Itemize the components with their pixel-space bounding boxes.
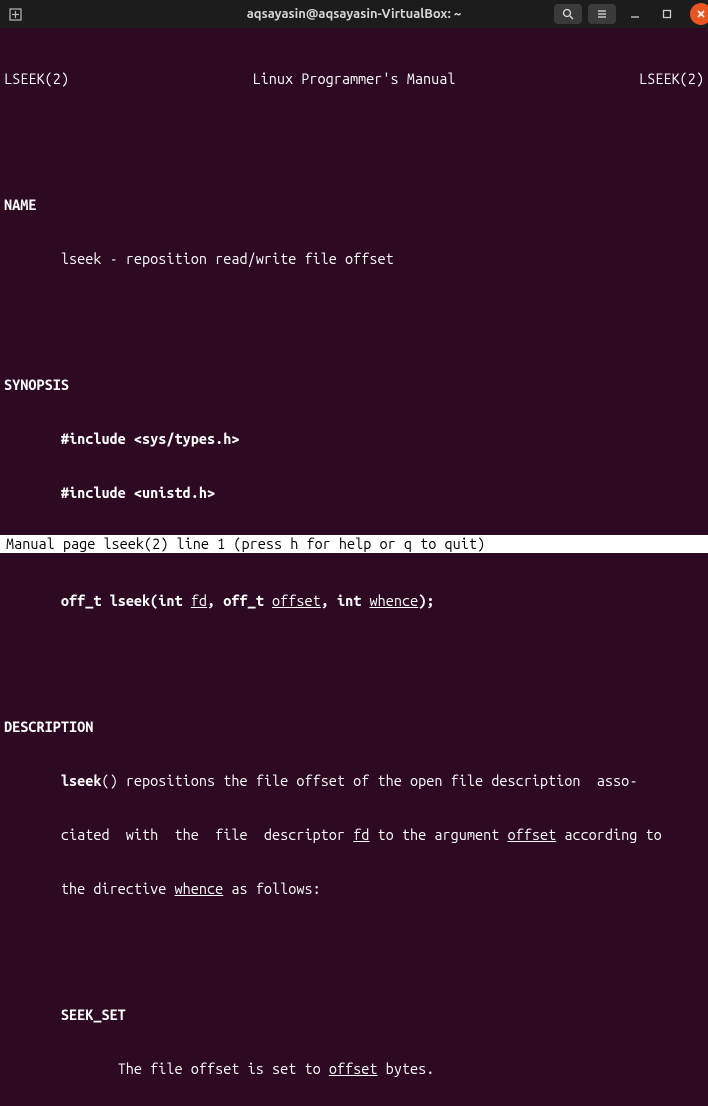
include-line-2: #include <unistd.h> <box>4 484 704 502</box>
desc-line-2: ciated with the file descriptor fd to th… <box>4 826 704 844</box>
titlebar-right <box>554 1 708 27</box>
desc-line-1: lseek() repositions the file offset of t… <box>4 772 704 790</box>
search-button[interactable] <box>554 4 582 24</box>
window-titlebar: aqsayasin@aqsayasin-VirtualBox: ~ <box>0 0 708 28</box>
new-tab-icon[interactable] <box>8 7 22 21</box>
menu-button[interactable] <box>588 4 616 24</box>
section-synopsis-header: SYNOPSIS <box>4 376 704 394</box>
man-status-bar[interactable]: Manual page lseek(2) line 1 (press h for… <box>0 535 708 553</box>
close-button[interactable] <box>690 3 708 25</box>
seek-set-body: The file offset is set to offset bytes. <box>4 1060 704 1078</box>
name-body: lseek - reposition read/write file offse… <box>4 250 704 268</box>
man-header-right: LSEEK(2) <box>639 70 704 88</box>
man-header-center: Linux Programmer's Manual <box>253 70 456 88</box>
minimize-button[interactable] <box>622 1 648 27</box>
man-header-line: LSEEK(2) Linux Programmer's Manual LSEEK… <box>4 64 704 88</box>
include-line-1: #include <sys/types.h> <box>4 430 704 448</box>
man-header-left: LSEEK(2) <box>4 70 69 88</box>
seek-set-header: SEEK_SET <box>4 1006 704 1024</box>
maximize-button[interactable] <box>654 1 680 27</box>
titlebar-left <box>0 7 22 21</box>
section-name-header: NAME <box>4 196 704 214</box>
section-description-header: DESCRIPTION <box>4 718 704 736</box>
terminal-content: LSEEK(2) Linux Programmer's Manual LSEEK… <box>0 28 708 1106</box>
desc-line-3: the directive whence as follows: <box>4 880 704 898</box>
prototype-line: off_t lseek(int fd, off_t offset, int wh… <box>4 592 704 610</box>
